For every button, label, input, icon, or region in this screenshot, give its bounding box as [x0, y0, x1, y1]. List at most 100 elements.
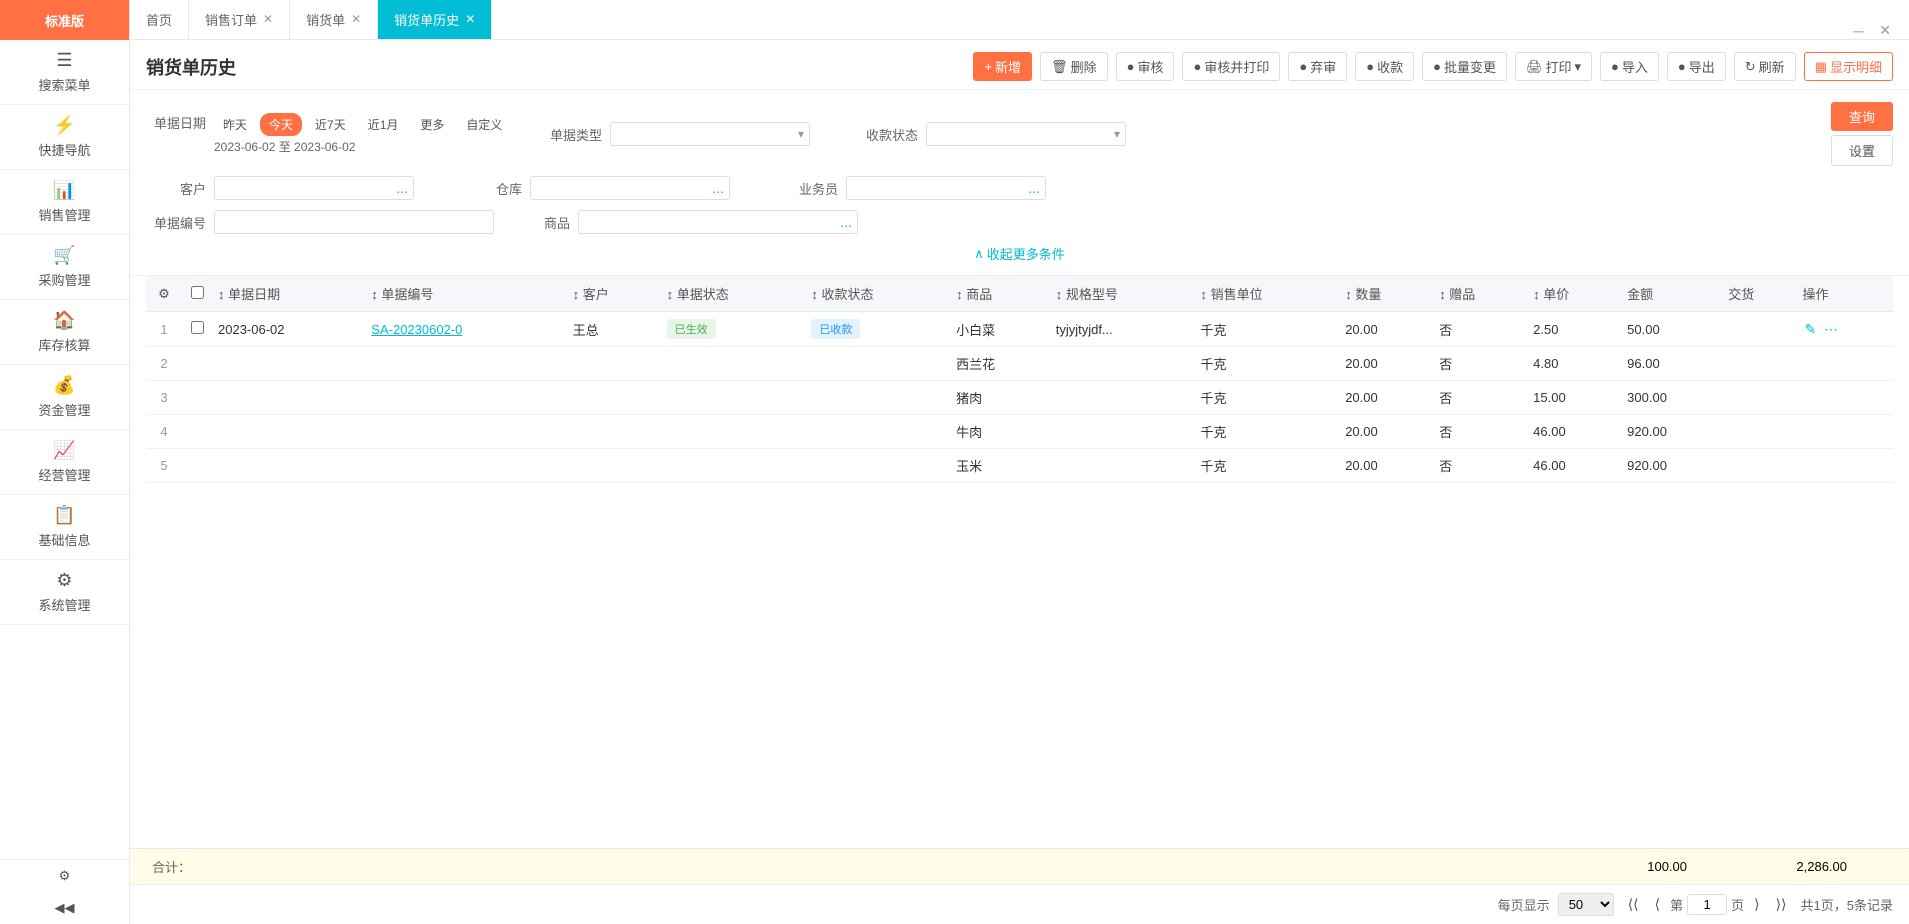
date-btn-7days[interactable]: 近7天 — [306, 113, 355, 136]
goods-input[interactable] — [578, 210, 858, 234]
window-minimize-btn[interactable]: ─ — [1845, 23, 1871, 39]
th-customer[interactable]: ↕ 客户 — [567, 276, 661, 312]
page-next-btn[interactable]: ⟩ — [1748, 894, 1765, 915]
row-doc-no — [365, 347, 566, 381]
batch-change-button[interactable]: ● 批量变更 — [1422, 52, 1507, 81]
th-gift[interactable]: ↕ 赠品 — [1433, 276, 1527, 312]
print-button[interactable]: 🖨 打印 ▾ — [1515, 52, 1592, 81]
date-btn-1month[interactable]: 近1月 — [359, 113, 408, 136]
row-checkbox[interactable] — [191, 321, 204, 334]
salesperson-group: 业务员 ... — [778, 176, 1078, 200]
row-unit: 千克 — [1194, 449, 1339, 483]
doc-no-link[interactable]: SA-20230602-0 — [371, 322, 462, 337]
query-buttons: 查询 设置 — [1831, 102, 1893, 166]
customer-input[interactable] — [214, 176, 414, 200]
row-goods: 西兰花 — [950, 347, 1050, 381]
date-btn-yesterday[interactable]: 昨天 — [214, 113, 256, 136]
delete-button[interactable]: 🗑 删除 — [1040, 52, 1108, 81]
date-btn-custom[interactable]: 自定义 — [457, 113, 511, 136]
page-last-btn[interactable]: ⟩⟩ — [1770, 894, 1793, 915]
collect-icon: ● — [1366, 59, 1374, 74]
sidebar-item-quick-nav[interactable]: ⚡ 快捷导航 — [0, 105, 129, 170]
sidebar-item-purchase-mgmt[interactable]: 🛒 采购管理 — [0, 235, 129, 300]
tab-sales-history[interactable]: 销货单历史 ✕ — [378, 0, 492, 39]
export-button[interactable]: ● 导出 — [1667, 52, 1726, 81]
filter-row-1: 单据日期 昨天 今天 近7天 近1月 更多 自定义 2023-06-02 至 2… — [146, 102, 1893, 166]
row-trade — [1722, 449, 1796, 483]
warehouse-input[interactable] — [530, 176, 730, 200]
payment-status-dropdown-icon: ▾ — [1114, 127, 1120, 141]
window-close-btn[interactable]: ✕ — [1871, 22, 1899, 39]
tab-sales-delivery-close[interactable]: ✕ — [351, 12, 361, 26]
sidebar-item-label: 经营管理 — [38, 465, 90, 484]
sidebar-item-label: 搜索菜单 — [38, 75, 90, 94]
salesperson-dots-btn[interactable]: ... — [1028, 180, 1040, 196]
row-gift: 否 — [1433, 415, 1527, 449]
refresh-button[interactable]: ↻ 刷新 — [1734, 52, 1796, 81]
date-btn-more[interactable]: 更多 — [411, 113, 453, 136]
th-spec[interactable]: ↕ 规格型号 — [1050, 276, 1195, 312]
th-doc-date-label: ↕ 单据日期 — [218, 287, 280, 302]
sidebar-item-basic-info[interactable]: 📋 基础信息 — [0, 495, 129, 560]
salesperson-input-wrap: ... — [846, 176, 1046, 200]
collapse-btn[interactable]: ∧ 收起更多条件 — [974, 244, 1065, 263]
th-price[interactable]: ↕ 单价 — [1527, 276, 1621, 312]
abandon-icon: ● — [1299, 59, 1307, 74]
row-doc-status — [661, 347, 806, 381]
abandon-button[interactable]: ● 弃审 — [1288, 52, 1347, 81]
tab-sales-order-close[interactable]: ✕ — [263, 12, 273, 26]
audit-print-button[interactable]: ● 审核并打印 — [1182, 52, 1280, 81]
doc-type-select[interactable] — [610, 122, 810, 146]
th-gift-label: ↕ 赠品 — [1439, 287, 1475, 302]
page-first-btn[interactable]: ⟨⟨ — [1622, 894, 1645, 915]
batch-change-icon: ● — [1433, 59, 1441, 74]
table-row: 1 2023-06-02 SA-20230602-0 王总 已生效 已收款 小白… — [146, 312, 1893, 347]
goods-dots-btn[interactable]: ... — [840, 214, 852, 230]
page-prev-btn[interactable]: ⟨ — [1649, 894, 1666, 915]
page-size-select[interactable]: 50 100 200 — [1558, 893, 1614, 916]
collect-button[interactable]: ● 收款 — [1355, 52, 1414, 81]
table-body: 1 2023-06-02 SA-20230602-0 王总 已生效 已收款 小白… — [146, 312, 1893, 483]
doc-no-input[interactable] — [214, 210, 494, 234]
row-amount: 920.00 — [1621, 449, 1722, 483]
row-spec — [1050, 449, 1195, 483]
sidebar-item-sales-mgmt[interactable]: 📊 销售管理 — [0, 170, 129, 235]
settings-button[interactable]: 设置 — [1831, 135, 1893, 166]
sidebar-item-search-menu[interactable]: ☰ 搜索菜单 — [0, 40, 129, 105]
warehouse-dots-btn[interactable]: ... — [712, 180, 724, 196]
query-button[interactable]: 查询 — [1831, 102, 1893, 131]
customer-dots-btn[interactable]: ... — [396, 180, 408, 196]
th-doc-status[interactable]: ↕ 单据状态 — [661, 276, 806, 312]
show-detail-button[interactable]: ▦ 显示明细 — [1804, 52, 1893, 81]
sidebar-item-inventory[interactable]: 🏠 库存核算 — [0, 300, 129, 365]
add-button[interactable]: + 新增 — [973, 52, 1032, 81]
select-all-checkbox[interactable] — [191, 286, 204, 299]
sidebar-bottom-collapse[interactable]: ◀◀ — [0, 892, 129, 924]
page-input[interactable] — [1687, 894, 1727, 915]
footer-total: 100.00 2,286.00 — [211, 859, 1887, 874]
th-gear[interactable]: ⚙ — [146, 276, 182, 312]
th-qty[interactable]: ↕ 数量 — [1339, 276, 1433, 312]
salesperson-input[interactable] — [846, 176, 1046, 200]
th-payment-status[interactable]: ↕ 收款状态 — [805, 276, 950, 312]
row-edit-btn[interactable]: ✎ — [1804, 321, 1816, 338]
date-btn-today[interactable]: 今天 — [260, 113, 302, 136]
tab-sales-order[interactable]: 销售订单 ✕ — [189, 0, 290, 39]
tab-sales-history-close[interactable]: ✕ — [465, 12, 475, 26]
th-unit[interactable]: ↕ 销售单位 — [1194, 276, 1339, 312]
goods-input-wrap: ... — [578, 210, 858, 234]
sidebar-item-sys-mgmt[interactable]: ⚙ 系统管理 — [0, 560, 129, 625]
import-button[interactable]: ● 导入 — [1600, 52, 1659, 81]
th-goods[interactable]: ↕ 商品 — [950, 276, 1050, 312]
sidebar-item-finance[interactable]: 💰 资金管理 — [0, 365, 129, 430]
sidebar-item-operation[interactable]: 📈 经营管理 — [0, 430, 129, 495]
payment-status-select[interactable] — [926, 122, 1126, 146]
row-more-btn[interactable]: ⋯ — [1824, 321, 1838, 338]
audit-button[interactable]: ● 审核 — [1116, 52, 1175, 81]
sidebar-bottom-settings[interactable]: ⚙ — [0, 860, 129, 892]
sidebar-item-label: 销售管理 — [38, 205, 90, 224]
tab-home[interactable]: 首页 — [130, 0, 189, 39]
th-doc-date[interactable]: ↕ 单据日期 — [212, 276, 365, 312]
tab-sales-delivery[interactable]: 销货单 ✕ — [290, 0, 378, 39]
th-doc-no[interactable]: ↕ 单据编号 — [365, 276, 566, 312]
